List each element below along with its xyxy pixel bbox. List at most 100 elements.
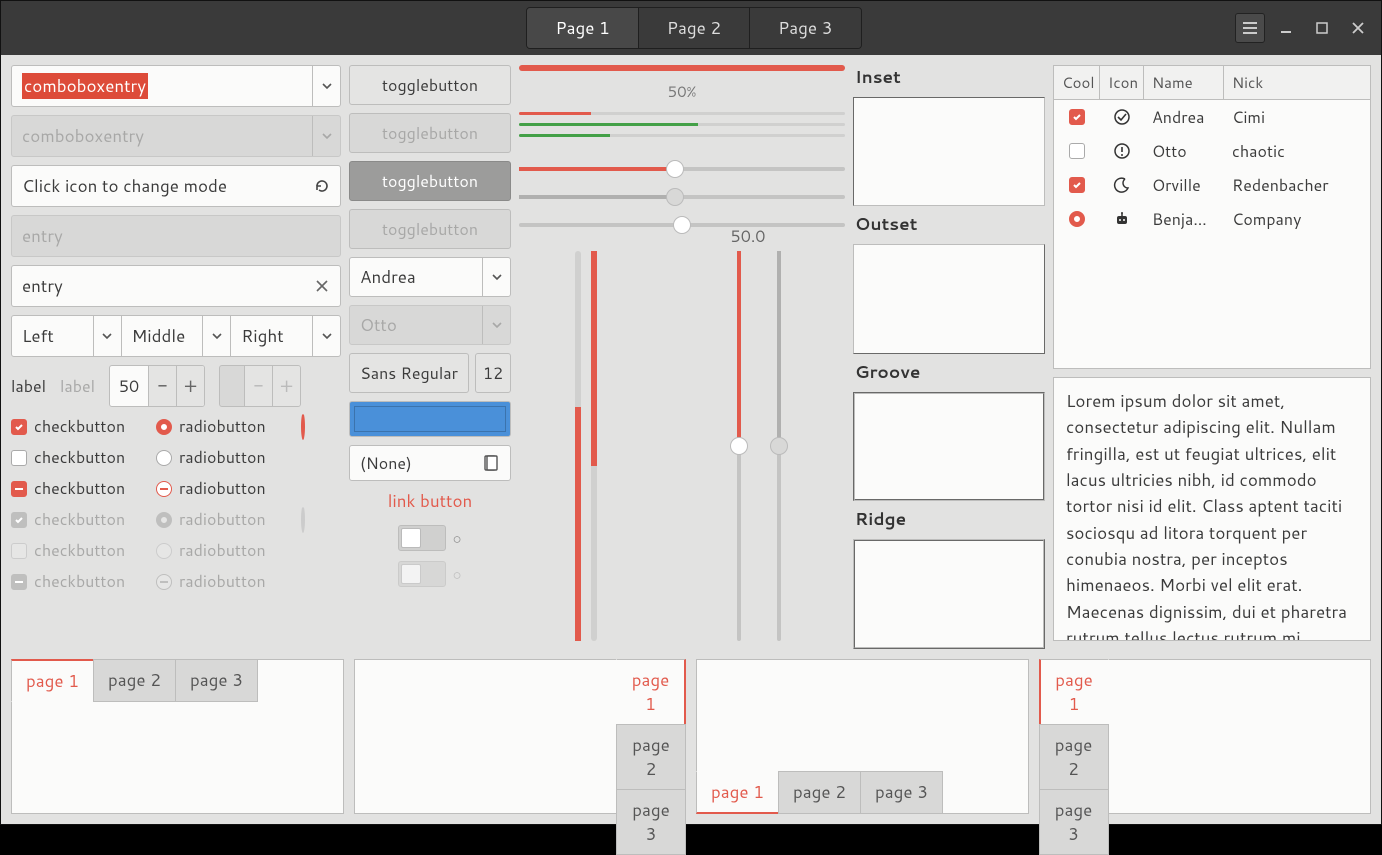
nb1-tab-2[interactable]: page 2 xyxy=(93,659,176,702)
header-tab-page1[interactable]: Page 1 xyxy=(527,8,638,48)
progress-bar-3 xyxy=(519,123,845,126)
progress-bar-1 xyxy=(519,65,845,71)
frame-inset xyxy=(853,97,1045,206)
entry-disabled: entry xyxy=(11,215,341,257)
mode-entry[interactable]: Click icon to change mode xyxy=(11,165,341,207)
notebook-right-tabs: page 1 page 2 page 3 xyxy=(354,659,687,814)
nb4-tab-2[interactable]: page 2 xyxy=(1039,724,1109,790)
toggle-button-3-active[interactable]: togglebutton xyxy=(349,161,511,201)
frame-outset-label: Outset xyxy=(853,212,1045,236)
font-name: Sans Regular xyxy=(349,353,469,393)
spin-plus[interactable]: + xyxy=(176,366,204,406)
refresh-icon[interactable] xyxy=(308,178,336,194)
vprogress-2 xyxy=(591,251,597,641)
toggle-button-1[interactable]: togglebutton xyxy=(349,65,511,105)
combobox-entry-2-text: comboboxentry xyxy=(22,124,312,148)
linked-middle[interactable]: Middle xyxy=(121,315,232,357)
check-6-disabled-mixed: checkbutton xyxy=(11,570,156,593)
check-circle-icon xyxy=(1113,108,1131,126)
frame-ridge-label: Ridge xyxy=(853,507,1045,531)
row-radio[interactable] xyxy=(1069,211,1085,227)
scale-horizontal-1[interactable] xyxy=(519,159,845,179)
app-window: Page 1 Page 2 Page 3 comboboxentry xyxy=(0,0,1382,825)
radio-2[interactable]: radiobutton xyxy=(156,446,301,469)
column-treeview-text: Cool Icon Name Nick Andrea Cimi Otto cha… xyxy=(1053,65,1371,649)
entry-disabled-text: entry xyxy=(22,224,63,248)
minimize-button[interactable] xyxy=(1271,13,1301,43)
entry-text: entry xyxy=(22,274,63,298)
menu-button[interactable] xyxy=(1235,13,1265,43)
nb2-tab-1[interactable]: page 1 xyxy=(616,659,686,725)
progress-bar-2 xyxy=(519,112,845,115)
clear-icon[interactable] xyxy=(308,279,336,293)
frame-groove xyxy=(853,392,1045,502)
font-button[interactable]: Sans Regular 12 xyxy=(349,353,511,393)
check-2[interactable]: checkbutton xyxy=(11,446,156,469)
header-tab-page2[interactable]: Page 2 xyxy=(639,8,750,48)
text-view[interactable]: Lorem ipsum dolor sit amet, consectetur … xyxy=(1053,377,1371,641)
spin-minus[interactable]: − xyxy=(148,366,176,406)
tree-view[interactable]: Cool Icon Name Nick Andrea Cimi Otto cha… xyxy=(1053,65,1371,369)
nb3-tab-2[interactable]: page 2 xyxy=(778,771,861,814)
spin-plus-disabled: + xyxy=(272,366,300,406)
th-name[interactable]: Name xyxy=(1144,66,1224,99)
vscale-2-disabled xyxy=(769,251,789,641)
th-cool[interactable]: Cool xyxy=(1054,66,1100,99)
nb4-tab-1[interactable]: page 1 xyxy=(1039,659,1109,725)
spin-button[interactable]: 50 − + xyxy=(109,365,205,407)
chevron-down-icon xyxy=(482,306,510,344)
label-spin-row: label label 50 − + − + xyxy=(11,365,341,407)
combo-andrea[interactable]: Andrea xyxy=(349,257,511,297)
color-button[interactable] xyxy=(349,401,511,437)
radio-4-disabled: radiobutton xyxy=(156,508,301,531)
spin-minus-disabled: − xyxy=(244,366,272,406)
frame-groove-label: Groove xyxy=(853,360,1045,384)
row-check[interactable] xyxy=(1069,109,1085,125)
chevron-down-icon xyxy=(312,66,340,106)
header-stack-switcher: Page 1 Page 2 Page 3 xyxy=(526,7,861,49)
chevron-down-icon xyxy=(93,316,121,356)
nb4-tab-3[interactable]: page 3 xyxy=(1039,789,1109,855)
table-row[interactable]: Otto chaotic xyxy=(1054,134,1370,168)
check-1[interactable]: checkbutton xyxy=(11,415,156,438)
combobox-entry-2-disabled: comboboxentry xyxy=(11,115,341,157)
table-row[interactable]: Benja… Company xyxy=(1054,202,1370,236)
nb3-tab-3[interactable]: page 3 xyxy=(860,771,943,814)
nb1-tab-3[interactable]: page 3 xyxy=(175,659,258,702)
switch-1[interactable] xyxy=(398,525,446,551)
table-row[interactable]: Orville Redenbacher xyxy=(1054,168,1370,202)
maximize-button[interactable] xyxy=(1307,13,1337,43)
titlebar: Page 1 Page 2 Page 3 xyxy=(1,1,1381,55)
check-3-mixed[interactable]: checkbutton xyxy=(11,477,156,500)
scale-horizontal-3[interactable] xyxy=(519,215,845,235)
radio-1[interactable]: radiobutton xyxy=(156,415,301,438)
header-tab-page3[interactable]: Page 3 xyxy=(750,8,860,48)
nb1-tab-1[interactable]: page 1 xyxy=(11,659,94,702)
nb2-tab-3[interactable]: page 3 xyxy=(616,789,686,855)
row-check[interactable] xyxy=(1069,177,1085,193)
row-check[interactable] xyxy=(1069,143,1085,159)
th-icon[interactable]: Icon xyxy=(1100,66,1144,99)
th-nick[interactable]: Nick xyxy=(1224,66,1370,99)
vscale-1[interactable] xyxy=(729,251,749,641)
close-button[interactable] xyxy=(1343,13,1373,43)
nb3-tab-1[interactable]: page 1 xyxy=(696,771,779,814)
spin-button-disabled: − + xyxy=(219,365,301,407)
file-chooser-button[interactable]: (None) xyxy=(349,445,511,481)
label-disabled: label xyxy=(60,375,95,398)
nb2-tab-2[interactable]: page 2 xyxy=(616,724,686,790)
notebook-left-tabs: page 1 page 2 page 3 xyxy=(1039,659,1372,814)
table-row[interactable]: Andrea Cimi xyxy=(1054,100,1370,134)
combobox-entry-1[interactable]: comboboxentry xyxy=(11,65,341,107)
toggle-button-4-disabled: togglebutton xyxy=(349,209,511,249)
linked-right[interactable]: Right xyxy=(230,315,341,357)
switch-2-disabled xyxy=(398,561,446,587)
link-button[interactable]: link button xyxy=(349,489,511,513)
radio-3-mixed[interactable]: radiobutton xyxy=(156,477,301,500)
entry-clearable[interactable]: entry xyxy=(11,265,341,307)
vprogress-1 xyxy=(575,251,581,641)
file-chooser-label: (None) xyxy=(360,452,412,475)
notebooks-row: page 1 page 2 page 3 page 1 page 2 page … xyxy=(1,649,1381,824)
vertical-sliders: 50.0 xyxy=(519,251,845,641)
linked-left[interactable]: Left xyxy=(11,315,122,357)
